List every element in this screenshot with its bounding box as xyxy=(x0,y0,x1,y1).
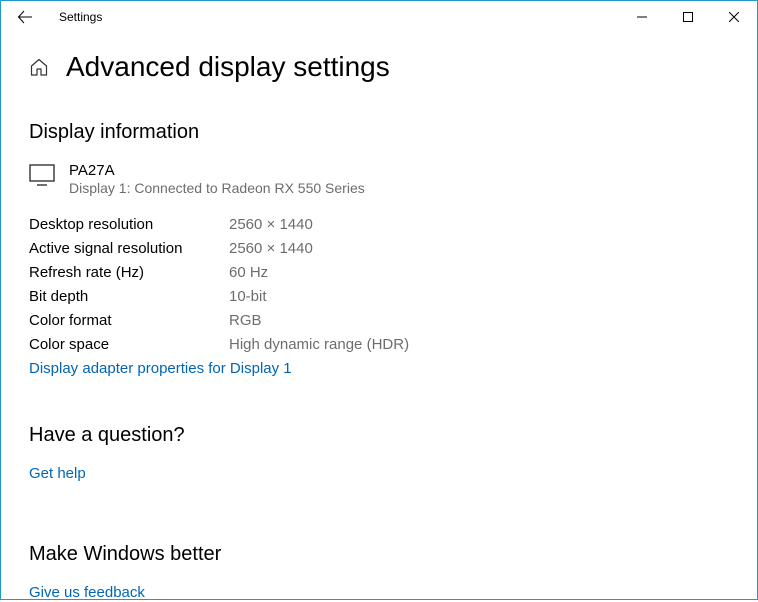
prop-value: High dynamic range (HDR) xyxy=(229,336,409,353)
close-button[interactable] xyxy=(711,1,757,33)
display-text: PA27A Display 1: Connected to Radeon RX … xyxy=(69,162,365,196)
question-heading: Have a question? xyxy=(29,424,729,447)
back-arrow-icon xyxy=(17,9,33,25)
prop-row: Active signal resolution 2560 × 1440 xyxy=(29,240,729,257)
display-info-heading: Display information xyxy=(29,121,729,144)
maximize-icon xyxy=(683,12,693,22)
content-area: Advanced display settings Display inform… xyxy=(1,33,757,602)
minimize-icon xyxy=(637,12,647,22)
close-icon xyxy=(729,12,739,22)
prop-label: Color space xyxy=(29,336,229,353)
page-title: Advanced display settings xyxy=(66,51,390,83)
prop-row: Color space High dynamic range (HDR) xyxy=(29,336,729,353)
prop-row: Bit depth 10-bit xyxy=(29,288,729,305)
app-title: Settings xyxy=(59,10,102,24)
maximize-button[interactable] xyxy=(665,1,711,33)
prop-value: 60 Hz xyxy=(229,264,268,281)
prop-row: Desktop resolution 2560 × 1440 xyxy=(29,216,729,233)
prop-label: Color format xyxy=(29,312,229,329)
prop-value: 2560 × 1440 xyxy=(229,216,313,233)
prop-row: Refresh rate (Hz) 60 Hz xyxy=(29,264,729,281)
page-header: Advanced display settings xyxy=(29,51,729,83)
display-properties: Desktop resolution 2560 × 1440 Active si… xyxy=(29,216,729,353)
prop-value: 10-bit xyxy=(229,288,267,305)
home-icon[interactable] xyxy=(29,57,49,77)
window-controls xyxy=(619,1,757,33)
titlebar: Settings xyxy=(1,1,757,33)
prop-label: Bit depth xyxy=(29,288,229,305)
prop-label: Active signal resolution xyxy=(29,240,229,257)
prop-label: Desktop resolution xyxy=(29,216,229,233)
titlebar-left: Settings xyxy=(9,1,102,33)
prop-label: Refresh rate (Hz) xyxy=(29,264,229,281)
adapter-properties-link[interactable]: Display adapter properties for Display 1 xyxy=(29,360,292,377)
monitor-icon xyxy=(29,164,55,191)
prop-value: RGB xyxy=(229,312,262,329)
minimize-button[interactable] xyxy=(619,1,665,33)
feedback-heading: Make Windows better xyxy=(29,543,729,566)
back-button[interactable] xyxy=(9,1,41,33)
display-connection: Display 1: Connected to Radeon RX 550 Se… xyxy=(69,180,365,196)
display-summary: PA27A Display 1: Connected to Radeon RX … xyxy=(29,162,729,196)
get-help-link[interactable]: Get help xyxy=(29,465,86,482)
prop-row: Color format RGB xyxy=(29,312,729,329)
display-name: PA27A xyxy=(69,162,365,179)
give-feedback-link[interactable]: Give us feedback xyxy=(29,584,145,601)
prop-value: 2560 × 1440 xyxy=(229,240,313,257)
